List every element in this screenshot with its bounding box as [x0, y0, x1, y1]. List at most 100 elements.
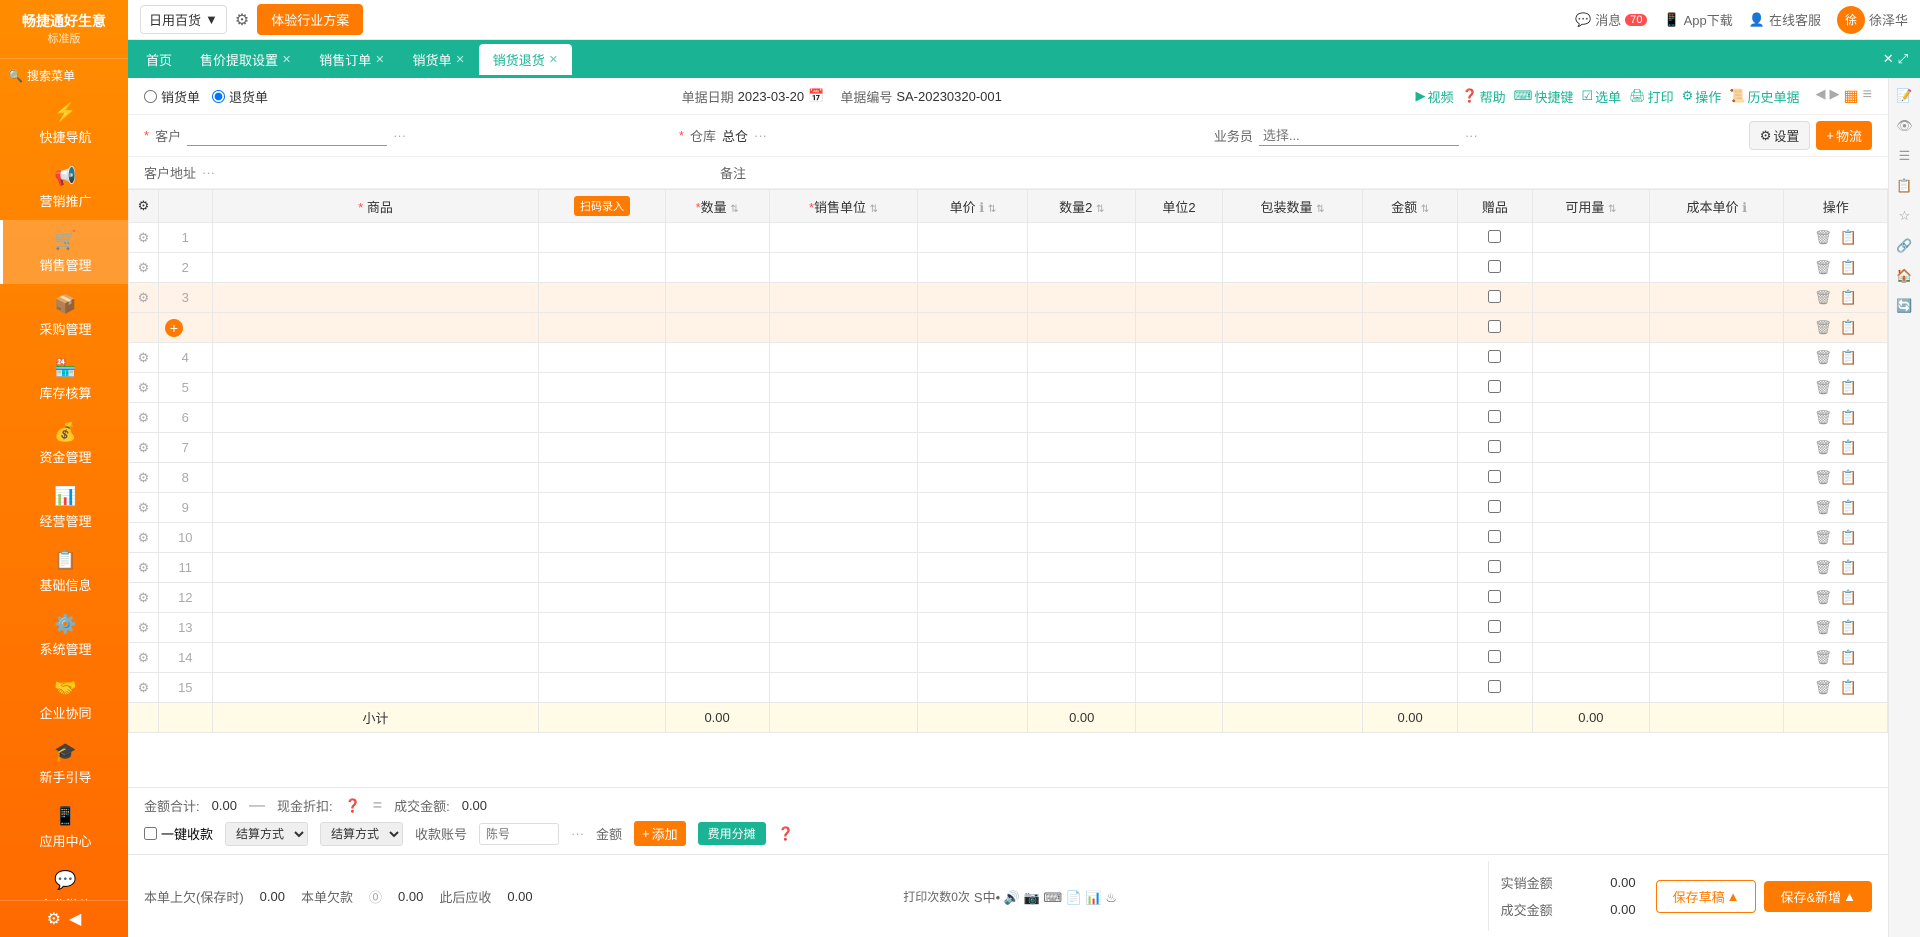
save-draft-button[interactable]: 保存草稿 ▲	[1656, 880, 1757, 913]
row-unit-price-5[interactable]	[918, 373, 1028, 403]
row-package-qty-8[interactable]	[1222, 463, 1362, 493]
row-product-6[interactable]	[212, 403, 539, 433]
delete-btn-15[interactable]: 🗑	[1812, 679, 1834, 696]
row-available-10[interactable]	[1532, 523, 1650, 553]
row-unit-price-7[interactable]	[918, 433, 1028, 463]
row-qty2-8[interactable]	[1028, 463, 1136, 493]
row-amount-4[interactable]	[1363, 343, 1458, 373]
row-cost-price-15[interactable]	[1650, 673, 1784, 703]
row-package-qty-3[interactable]	[1222, 283, 1362, 313]
row-sales-unit-3[interactable]	[769, 283, 918, 313]
row-cost-price-3[interactable]	[1650, 283, 1784, 313]
row-settings-12[interactable]: ⚙	[129, 583, 159, 613]
delete-btn-3[interactable]: 🗑	[1812, 289, 1834, 306]
add-price[interactable]	[918, 313, 1028, 343]
row-settings-10[interactable]: ⚙	[129, 523, 159, 553]
add-fee-button[interactable]: + 添加	[634, 821, 686, 846]
row-available-13[interactable]	[1532, 613, 1650, 643]
row-package-qty-10[interactable]	[1222, 523, 1362, 553]
add-gift[interactable]	[1458, 313, 1532, 343]
row-unit2-9[interactable]	[1136, 493, 1223, 523]
address-dots[interactable]: ···	[202, 165, 215, 180]
staff-dots[interactable]: ···	[1465, 128, 1478, 143]
copy-btn-3[interactable]: 📋	[1838, 289, 1859, 306]
row-qty2-14[interactable]	[1028, 643, 1136, 673]
row-cost-price-11[interactable]	[1650, 553, 1784, 583]
account-input[interactable]	[479, 823, 559, 845]
row-amount-14[interactable]	[1363, 643, 1458, 673]
sidebar-item-guide[interactable]: 🎓 新手引导	[0, 732, 128, 796]
row-unit2-12[interactable]	[1136, 583, 1223, 613]
row-settings-9[interactable]: ⚙	[129, 493, 159, 523]
settlement-select[interactable]: 结算方式	[225, 822, 308, 846]
row-product-7[interactable]	[212, 433, 539, 463]
sidebar-item-inventory[interactable]: 🏪 库存核算	[0, 348, 128, 412]
sidebar-item-operation[interactable]: 📊 经营管理	[0, 476, 128, 540]
row-sales-unit-13[interactable]	[769, 613, 918, 643]
row-package-qty-11[interactable]	[1222, 553, 1362, 583]
row-unit-price-11[interactable]	[918, 553, 1028, 583]
row-amount-13[interactable]	[1363, 613, 1458, 643]
payment-check[interactable]	[144, 827, 157, 840]
row-gift-2[interactable]	[1458, 253, 1532, 283]
row-available-12[interactable]	[1532, 583, 1650, 613]
gift-checkbox-12[interactable]	[1488, 590, 1501, 603]
row-amount-8[interactable]	[1363, 463, 1458, 493]
row-gift-13[interactable]	[1458, 613, 1532, 643]
row-unit-price-12[interactable]	[918, 583, 1028, 613]
cash-discount-help[interactable]: ❓	[345, 798, 361, 814]
row-unit2-2[interactable]	[1136, 253, 1223, 283]
row-sales-unit-6[interactable]	[769, 403, 918, 433]
row-qty-1[interactable]	[665, 223, 769, 253]
product-input[interactable]	[219, 290, 533, 305]
row-sales-unit-12[interactable]	[769, 583, 918, 613]
gift-checkbox-5[interactable]	[1488, 380, 1501, 393]
gear-icon[interactable]: ⚙	[235, 10, 249, 30]
row-qty2-4[interactable]	[1028, 343, 1136, 373]
row-cost-price-7[interactable]	[1650, 433, 1784, 463]
row-available-3[interactable]	[1532, 283, 1650, 313]
row-gift-6[interactable]	[1458, 403, 1532, 433]
row-unit-price-4[interactable]	[918, 343, 1028, 373]
copy-btn-5[interactable]: 📋	[1838, 379, 1859, 396]
row-package-qty-7[interactable]	[1222, 433, 1362, 463]
delete-btn-1[interactable]: 🗑	[1812, 229, 1834, 246]
copy-btn-15[interactable]: 📋	[1838, 679, 1859, 696]
row-amount-6[interactable]	[1363, 403, 1458, 433]
row-available-1[interactable]	[1532, 223, 1650, 253]
warehouse-dots[interactable]: ···	[754, 128, 767, 143]
right-icon-home[interactable]: 🏠	[1891, 262, 1919, 290]
row-qty2-15[interactable]	[1028, 673, 1136, 703]
copy-btn-8[interactable]: 📋	[1838, 469, 1859, 486]
row-cost-price-8[interactable]	[1650, 463, 1784, 493]
gift-checkbox-8[interactable]	[1488, 470, 1501, 483]
row-package-qty-5[interactable]	[1222, 373, 1362, 403]
row-unit2-10[interactable]	[1136, 523, 1223, 553]
copy-btn-14[interactable]: 📋	[1838, 649, 1859, 666]
gift-checkbox-11[interactable]	[1488, 560, 1501, 573]
radio-return-label[interactable]: 退货单	[212, 87, 268, 106]
gift-checkbox-13[interactable]	[1488, 620, 1501, 633]
row-cost-price-13[interactable]	[1650, 613, 1784, 643]
row-unit2-13[interactable]	[1136, 613, 1223, 643]
row-gift-14[interactable]	[1458, 643, 1532, 673]
row-available-14[interactable]	[1532, 643, 1650, 673]
add-copy-btn[interactable]: 📋	[1838, 319, 1859, 336]
row-settings-13[interactable]: ⚙	[129, 613, 159, 643]
row-sales-unit-9[interactable]	[769, 493, 918, 523]
right-icon-note[interactable]: 📝	[1891, 82, 1919, 110]
right-icon-eye[interactable]: 👁	[1891, 112, 1919, 140]
copy-btn-9[interactable]: 📋	[1838, 499, 1859, 516]
row-available-8[interactable]	[1532, 463, 1650, 493]
new-product-input[interactable]	[219, 320, 533, 335]
tab-3[interactable]: 销货单✕	[398, 44, 478, 75]
copy-btn-4[interactable]: 📋	[1838, 349, 1859, 366]
row-unit2-4[interactable]	[1136, 343, 1223, 373]
row-qty-14[interactable]	[665, 643, 769, 673]
gift-checkbox-1[interactable]	[1488, 230, 1501, 243]
row-product-2[interactable]	[212, 253, 539, 283]
row-product-5[interactable]	[212, 373, 539, 403]
row-qty-5[interactable]	[665, 373, 769, 403]
right-icon-refresh[interactable]: 🔄	[1891, 292, 1919, 320]
add-cost-price[interactable]	[1650, 313, 1784, 343]
